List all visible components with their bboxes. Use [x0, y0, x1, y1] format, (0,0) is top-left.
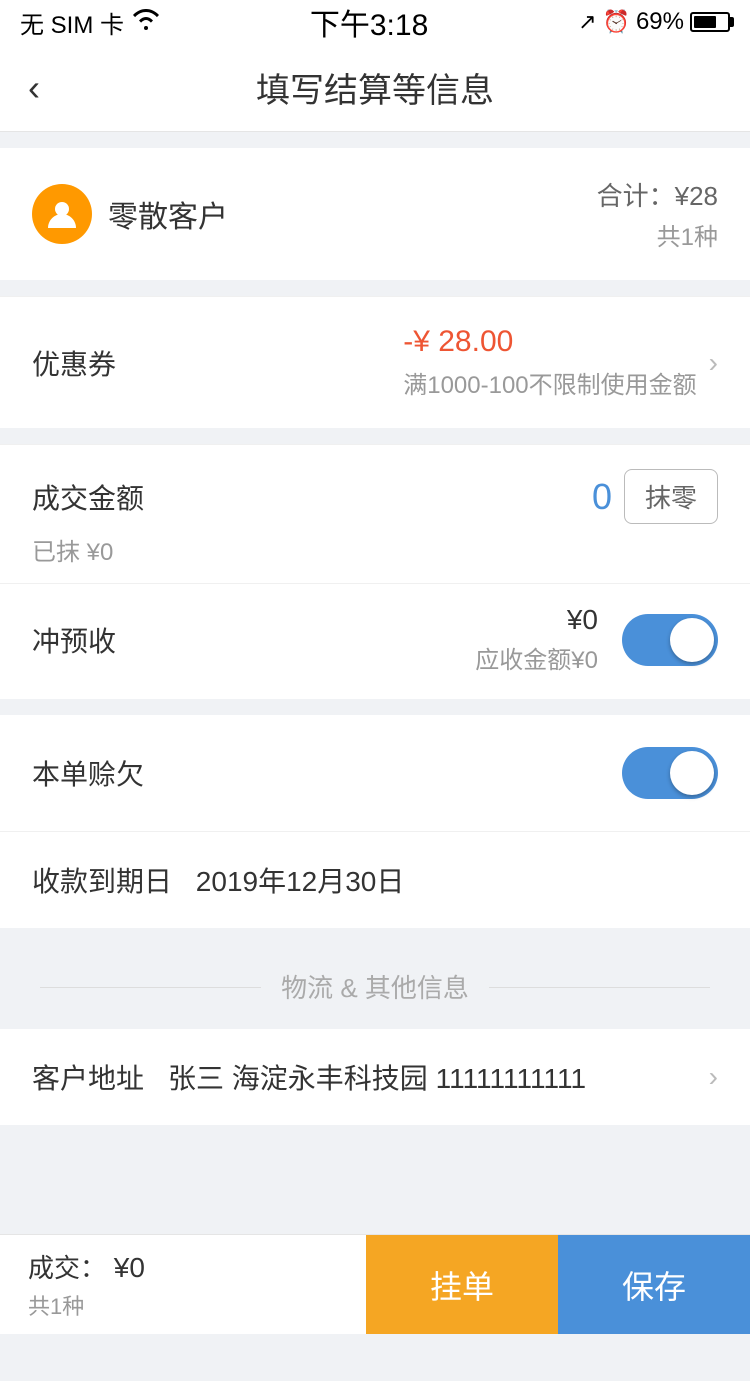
round-button[interactable]: 抹零	[624, 469, 718, 524]
coupon-card[interactable]: 优惠券 -¥ 28.00 满1000-100不限制使用金额 ›	[0, 296, 750, 428]
address-row[interactable]: 客户地址 张三 海淀永丰科技园 11111111111 ›	[0, 1029, 750, 1125]
alarm-icon: ⏰	[603, 9, 630, 35]
precollect-row: 冲预收 ¥0 应收金额¥0	[0, 583, 750, 699]
address-value: 张三 海淀永丰科技园 11111111111	[168, 1057, 709, 1097]
precollect-values: ¥0 应收金额¥0	[475, 604, 598, 675]
coupon-chevron-icon: ›	[709, 347, 718, 379]
save-label: 保存	[622, 1262, 686, 1308]
bottom-count: 共1种	[28, 1289, 338, 1321]
debt-toggle-thumb	[670, 751, 714, 795]
wifi-icon	[132, 8, 160, 37]
logistics-divider: 物流 & 其他信息	[0, 944, 750, 1029]
duedate-label: 收款到期日	[32, 866, 172, 897]
transaction-card: 成交金额 0 抹零 已抹 ¥0 冲预收 ¥0 应收金额¥0	[0, 444, 750, 699]
transaction-value[interactable]: 0	[592, 476, 612, 518]
hang-label: 挂单	[430, 1262, 494, 1308]
status-right: ↗ ⏰ 69%	[578, 8, 730, 36]
nav-bar: ‹ 填写结算等信息	[0, 44, 750, 132]
avatar	[32, 184, 92, 244]
address-chevron-icon: ›	[709, 1061, 718, 1093]
back-button[interactable]: ‹	[28, 67, 40, 109]
battery-icon	[690, 12, 730, 32]
duedate-row[interactable]: 收款到期日 2019年12月30日	[0, 831, 750, 928]
bottom-deal-line: 成交： ¥0	[28, 1248, 338, 1285]
customer-left: 零散客户	[32, 184, 228, 244]
customer-card: 零散客户 合计：¥28 共1种	[0, 148, 750, 280]
precollect-amount: ¥0	[475, 604, 598, 636]
precollect-toggle[interactable]	[622, 614, 718, 666]
item-count: 共1种	[597, 217, 718, 252]
status-time: 下午3:18	[310, 0, 428, 44]
address-card[interactable]: 客户地址 张三 海淀永丰科技园 11111111111 ›	[0, 1029, 750, 1125]
status-bar: 无 SIM 卡 下午3:18 ↗ ⏰ 69%	[0, 0, 750, 44]
bottom-info: 成交： ¥0 共1种	[0, 1248, 366, 1321]
save-button[interactable]: 保存	[558, 1235, 750, 1334]
transaction-row: 成交金额 0 抹零	[0, 444, 750, 532]
toggle-thumb	[670, 618, 714, 662]
precollect-sub: 应收金额¥0	[475, 640, 598, 675]
location-icon: ↗	[578, 9, 596, 35]
transaction-label: 成交金额	[32, 477, 144, 517]
coupon-right: -¥ 28.00 满1000-100不限制使用金额 ›	[403, 325, 718, 400]
customer-summary: 合计：¥28 共1种	[597, 176, 718, 252]
bottom-deal-amount: ¥0	[114, 1252, 145, 1283]
page-title: 填写结算等信息	[256, 63, 494, 112]
address-label: 客户地址	[32, 1057, 144, 1097]
status-left: 无 SIM 卡	[20, 5, 160, 40]
debt-toggle[interactable]	[622, 747, 718, 799]
debt-card: 本单赊欠 收款到期日 2019年12月30日	[0, 715, 750, 928]
coupon-row[interactable]: 优惠券 -¥ 28.00 满1000-100不限制使用金额 ›	[0, 296, 750, 428]
duedate-value: 2019年12月30日	[196, 866, 405, 897]
hang-button[interactable]: 挂单	[366, 1235, 558, 1334]
precollect-right: ¥0 应收金额¥0	[475, 604, 718, 675]
debt-row: 本单赊欠	[0, 715, 750, 831]
transaction-right: 0 抹零	[592, 469, 718, 524]
logistics-text: 物流 & 其他信息	[261, 968, 489, 1005]
coupon-values: -¥ 28.00 满1000-100不限制使用金额	[403, 325, 696, 400]
total-amount: 合计：¥28	[597, 176, 718, 213]
bottom-deal-label: 成交：	[28, 1253, 106, 1283]
customer-name: 零散客户	[108, 192, 228, 236]
coupon-discount: -¥ 28.00	[403, 325, 696, 359]
battery-percent: 69%	[636, 8, 684, 36]
coupon-sub: 满1000-100不限制使用金额	[403, 365, 696, 400]
customer-row: 零散客户 合计：¥28 共1种	[0, 148, 750, 280]
precollect-label: 冲预收	[32, 620, 116, 660]
coupon-label: 优惠券	[32, 343, 116, 383]
debt-label: 本单赊欠	[32, 753, 144, 793]
transaction-sub: 已抹 ¥0	[0, 532, 750, 583]
bottom-bar: 成交： ¥0 共1种 挂单 保存	[0, 1234, 750, 1334]
carrier-text: 无 SIM 卡	[20, 5, 124, 40]
